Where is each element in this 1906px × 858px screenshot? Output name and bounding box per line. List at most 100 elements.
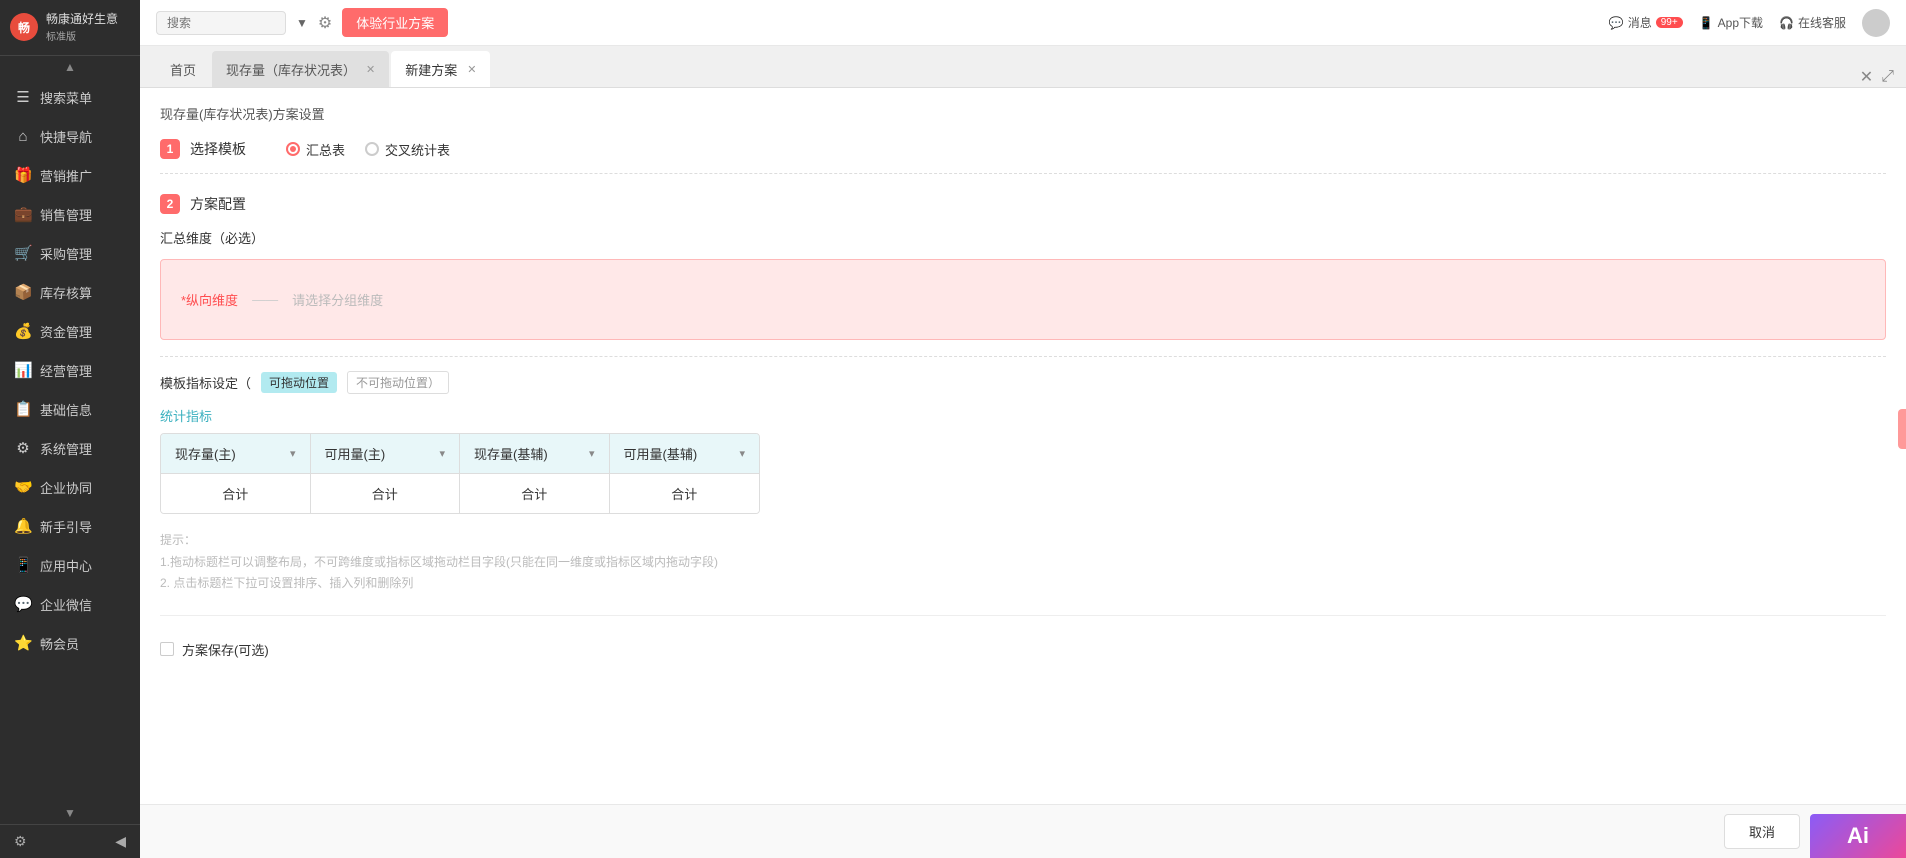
header-cell-avail-main[interactable]: 可用量(主) ▾ xyxy=(311,434,461,473)
radio-cross-table[interactable]: 交叉统计表 xyxy=(365,140,450,159)
topbar-dropdown-button[interactable]: ▼ xyxy=(296,16,308,30)
app-name: 畅康通好生意 xyxy=(46,12,118,28)
sidebar-item-purchase[interactable]: 🛒 采购管理 xyxy=(0,234,140,273)
section2-num: 2 xyxy=(160,194,180,214)
settings-icon[interactable]: ⚙ xyxy=(14,833,27,850)
radio-cross-label: 交叉统计表 xyxy=(385,140,450,159)
content-area: 现存量(库存状况表)方案设置 1 选择模板 汇总表 交叉统计表 xyxy=(140,88,1906,804)
chevron-down-icon[interactable]: ▾ xyxy=(589,447,595,460)
sidebar-item-system[interactable]: ⚙ 系统管理 xyxy=(0,429,140,468)
sidebar-item-enterprise[interactable]: 🤝 企业协同 xyxy=(0,468,140,507)
stats-table-body: 合计 合计 合计 合计 xyxy=(161,473,759,513)
industry-solution-button[interactable]: 体验行业方案 xyxy=(342,8,448,37)
sidebar-item-new-guide[interactable]: 🔔 新手引导 xyxy=(0,507,140,546)
header-cell-stock-main[interactable]: 现存量(主) ▾ xyxy=(161,434,311,473)
body-cell-0-1: 合计 xyxy=(311,473,461,513)
expand-icon[interactable]: ⤢ xyxy=(1881,68,1894,86)
message-button[interactable]: 💬 消息 99+ xyxy=(1609,14,1683,31)
sidebar-item-marketing[interactable]: 🎁 营销推广 xyxy=(0,156,140,195)
tips-section: 提示： 1.拖动标题栏可以调整布局，不可跨维度或指标区域拖动栏目字段(只能在同一… xyxy=(160,530,1886,595)
header-cell-stock-sub[interactable]: 现存量(基辅) ▾ xyxy=(460,434,610,473)
sidebar: 畅 畅康通好生意 标准版 ▲ ☰ 搜索菜单 ⌂ 快捷导航 🎁 营销推广 💼 销售… xyxy=(0,0,140,858)
tab-inventory-status[interactable]: 现存量（库存状况表） ✕ xyxy=(212,51,389,87)
user-avatar[interactable] xyxy=(1862,9,1890,37)
tab-home[interactable]: 首页 xyxy=(156,51,210,87)
header-stock-main-label: 现存量(主) xyxy=(175,444,236,463)
tab-inventory-status-label: 现存量（库存状况表） xyxy=(226,60,356,79)
sidebar-item-basic-info[interactable]: 📋 基础信息 xyxy=(0,390,140,429)
header-avail-main-label: 可用量(主) xyxy=(325,444,386,463)
tab-new-plan[interactable]: 新建方案 ✕ xyxy=(391,51,490,87)
sidebar-item-search-menu[interactable]: ☰ 搜索菜单 xyxy=(0,78,140,117)
radio-summary-table[interactable]: 汇总表 xyxy=(286,140,345,159)
tab-inventory-status-close[interactable]: ✕ xyxy=(366,63,375,76)
dimension-placeholder[interactable]: 请选择分组维度 xyxy=(292,290,383,309)
sidebar-item-label: 快捷导航 xyxy=(40,127,92,146)
dimension-box: *纵向维度 —— 请选择分组维度 xyxy=(160,259,1886,340)
sidebar-item-member[interactable]: ⭐ 畅会员 xyxy=(0,624,140,663)
sidebar-item-label: 营销推广 xyxy=(40,166,92,185)
sidebar-item-label: 企业微信 xyxy=(40,595,92,614)
header-cell-avail-sub[interactable]: 可用量(基辅) ▾ xyxy=(610,434,760,473)
section2-header: 2 方案配置 xyxy=(160,194,1886,214)
sidebar-item-label: 企业协同 xyxy=(40,478,92,497)
sidebar-item-finance[interactable]: 💰 资金管理 xyxy=(0,312,140,351)
draggable-badge: 可拖动位置 xyxy=(261,372,337,393)
app-sub: 标准版 xyxy=(46,28,118,43)
chevron-down-icon[interactable]: ▾ xyxy=(439,447,445,460)
radio-cross-circle xyxy=(365,142,379,156)
tips-title: 提示： xyxy=(160,533,196,547)
sidebar-item-wechat[interactable]: 💬 企业微信 xyxy=(0,585,140,624)
sidebar-item-quick-nav[interactable]: ⌂ 快捷导航 xyxy=(0,117,140,156)
finance-icon: 💰 xyxy=(14,322,32,340)
search-menu-icon: ☰ xyxy=(14,88,32,106)
summary-dim-label: 汇总维度（必选） xyxy=(160,228,1886,247)
sidebar-scroll-up[interactable]: ▲ xyxy=(0,56,140,78)
save-checkbox[interactable] xyxy=(160,642,174,656)
chevron-down-icon[interactable]: ▾ xyxy=(290,447,296,460)
operations-icon: 📊 xyxy=(14,361,32,379)
resize-handle[interactable] xyxy=(1898,409,1906,449)
tabbar: 首页 现存量（库存状况表） ✕ 新建方案 ✕ ✕ ⤢ xyxy=(140,46,1906,88)
close-panel-icon[interactable]: ✕ xyxy=(1860,67,1873,87)
sidebar-item-label: 系统管理 xyxy=(40,439,92,458)
header-stock-sub-label: 现存量(基辅) xyxy=(474,444,548,463)
headset-icon: 🎧 xyxy=(1779,16,1794,30)
save-option-label: 方案保存(可选) xyxy=(182,640,269,659)
indicator-settings: 模板指标设定（ 可拖动位置 不可拖动位置） xyxy=(160,371,1886,394)
basic-info-icon: 📋 xyxy=(14,400,32,418)
ai-badge[interactable]: Ai xyxy=(1810,814,1906,858)
dimension-required-label: *纵向维度 xyxy=(181,290,238,309)
topbar-search-input[interactable] xyxy=(156,11,286,35)
sidebar-item-label: 库存核算 xyxy=(40,283,92,302)
sidebar-item-label: 采购管理 xyxy=(40,244,92,263)
sidebar-item-operations[interactable]: 📊 经营管理 xyxy=(0,351,140,390)
save-option[interactable]: 方案保存(可选) xyxy=(160,640,1886,659)
audio-icon[interactable]: ◀ xyxy=(115,833,126,850)
sidebar-bottom: ⚙ ◀ xyxy=(0,824,140,858)
wechat-icon: 💬 xyxy=(14,595,32,613)
member-icon: ⭐ xyxy=(14,634,32,652)
enterprise-icon: 🤝 xyxy=(14,478,32,496)
sidebar-item-app-center[interactable]: 📱 应用中心 xyxy=(0,546,140,585)
tip-item-1: 2. 点击标题栏下拉可设置排序、插入列和删除列 xyxy=(160,573,1886,595)
topbar-right: 💬 消息 99+ 📱 App下载 🎧 在线客服 xyxy=(1609,9,1890,37)
tab-new-plan-close[interactable]: ✕ xyxy=(467,63,476,76)
app-download-button[interactable]: 📱 App下载 xyxy=(1699,14,1763,31)
gear-icon[interactable]: ⚙ xyxy=(318,13,332,33)
chevron-down-icon[interactable]: ▾ xyxy=(739,447,745,460)
stats-label: 统计指标 xyxy=(160,406,1886,425)
radio-summary-circle xyxy=(286,142,300,156)
sidebar-item-label: 经营管理 xyxy=(40,361,92,380)
message-icon: 💬 xyxy=(1609,16,1624,30)
online-service-button[interactable]: 🎧 在线客服 xyxy=(1779,14,1846,31)
body-cell-0-0: 合计 xyxy=(161,473,311,513)
sidebar-item-inventory[interactable]: 📦 库存核算 xyxy=(0,273,140,312)
sidebar-scroll-down[interactable]: ▼ xyxy=(0,802,140,824)
sidebar-item-sales[interactable]: 💼 销售管理 xyxy=(0,195,140,234)
phone-icon: 📱 xyxy=(1699,16,1714,30)
system-icon: ⚙ xyxy=(14,439,32,457)
service-label: 在线客服 xyxy=(1798,14,1846,31)
footer: 取消 查询 xyxy=(140,804,1906,858)
cancel-button[interactable]: 取消 xyxy=(1724,814,1800,849)
